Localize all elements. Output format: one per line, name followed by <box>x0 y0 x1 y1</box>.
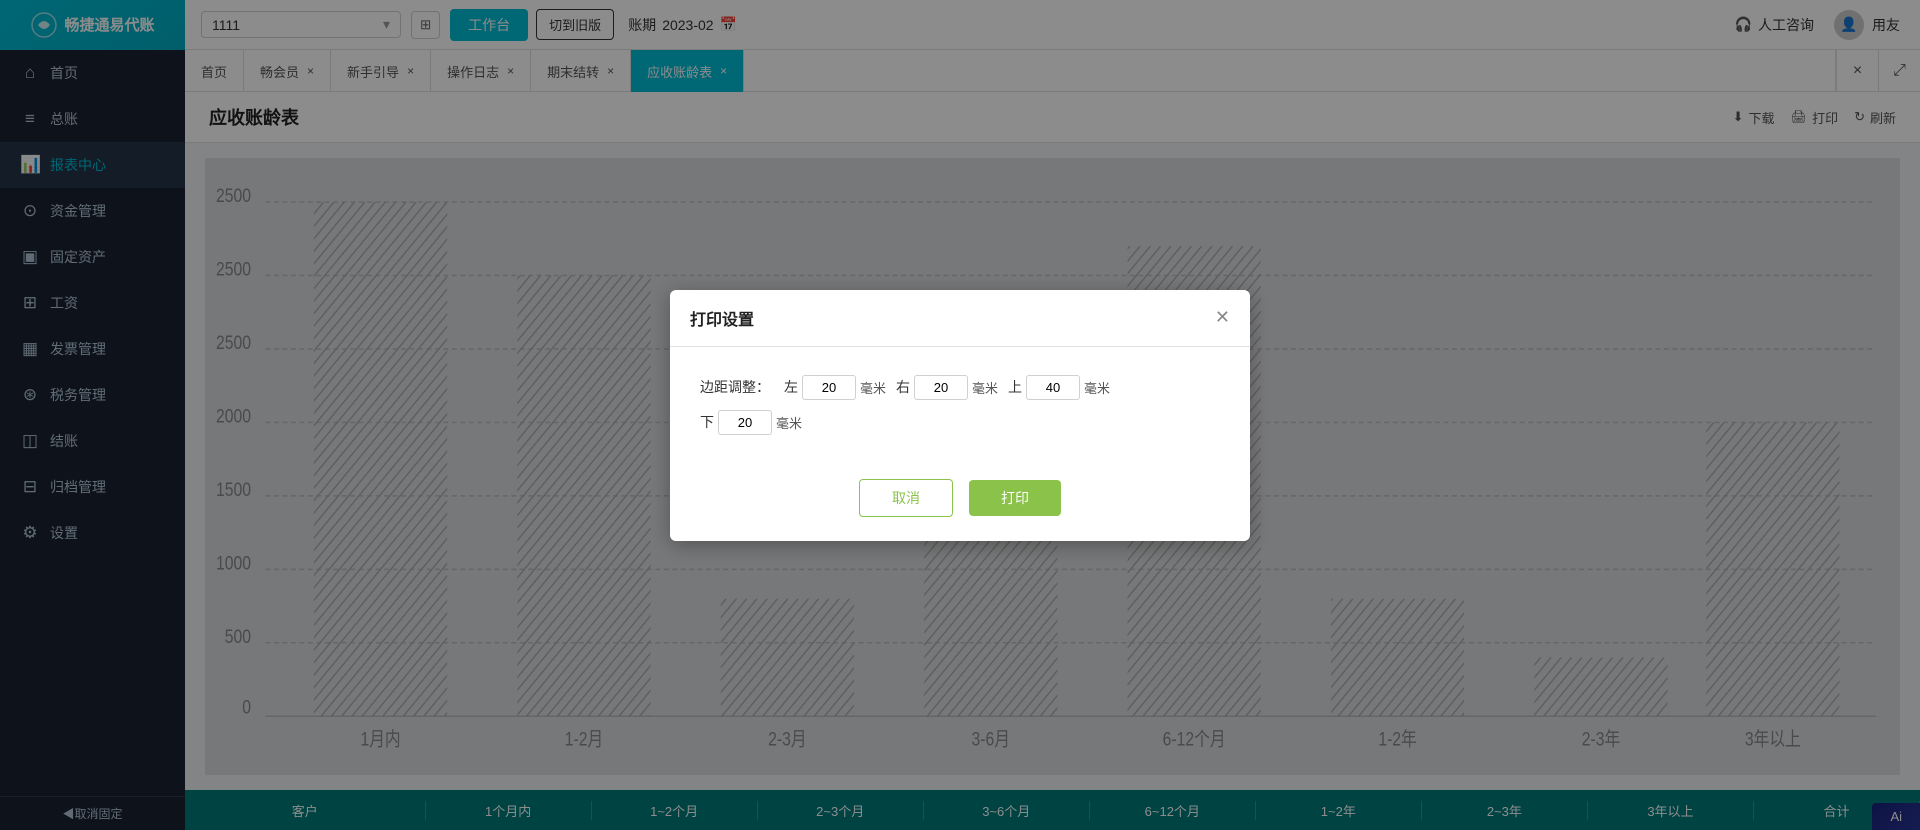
top-label: 上 <box>1008 377 1022 397</box>
right-margin-input[interactable] <box>914 375 968 400</box>
print-settings-dialog: 打印设置 ✕ 边距调整： 左 毫米 右 毫米 上 毫米 <box>670 290 1250 541</box>
right-label: 右 <box>896 377 910 397</box>
left-unit: 毫米 <box>860 378 886 397</box>
left-margin-input[interactable] <box>802 375 856 400</box>
bottom-margin-input[interactable] <box>718 410 772 435</box>
left-label: 左 <box>784 377 798 397</box>
margin-row: 边距调整： 左 毫米 右 毫米 上 毫米 下 <box>700 375 1220 435</box>
bottom-unit: 毫米 <box>776 413 802 432</box>
top-margin-input[interactable] <box>1026 375 1080 400</box>
print-confirm-button[interactable]: 打印 <box>969 480 1061 516</box>
dialog-title: 打印设置 <box>690 306 754 330</box>
dialog-header: 打印设置 ✕ <box>670 290 1250 347</box>
top-unit: 毫米 <box>1084 378 1110 397</box>
dialog-footer: 取消 打印 <box>670 463 1250 541</box>
top-margin-group: 上 毫米 <box>1008 375 1110 400</box>
bottom-label: 下 <box>700 412 714 432</box>
bottom-margin-group: 下 毫米 <box>700 410 802 435</box>
dialog-overlay[interactable]: 打印设置 ✕ 边距调整： 左 毫米 右 毫米 上 毫米 <box>0 0 1920 830</box>
right-margin-group: 右 毫米 <box>896 375 998 400</box>
dialog-body: 边距调整： 左 毫米 右 毫米 上 毫米 下 <box>670 347 1250 463</box>
cancel-button[interactable]: 取消 <box>859 479 953 517</box>
right-unit: 毫米 <box>972 378 998 397</box>
margin-label: 边距调整： <box>700 377 770 397</box>
left-margin-group: 左 毫米 <box>784 375 886 400</box>
dialog-close-button[interactable]: ✕ <box>1215 307 1230 328</box>
